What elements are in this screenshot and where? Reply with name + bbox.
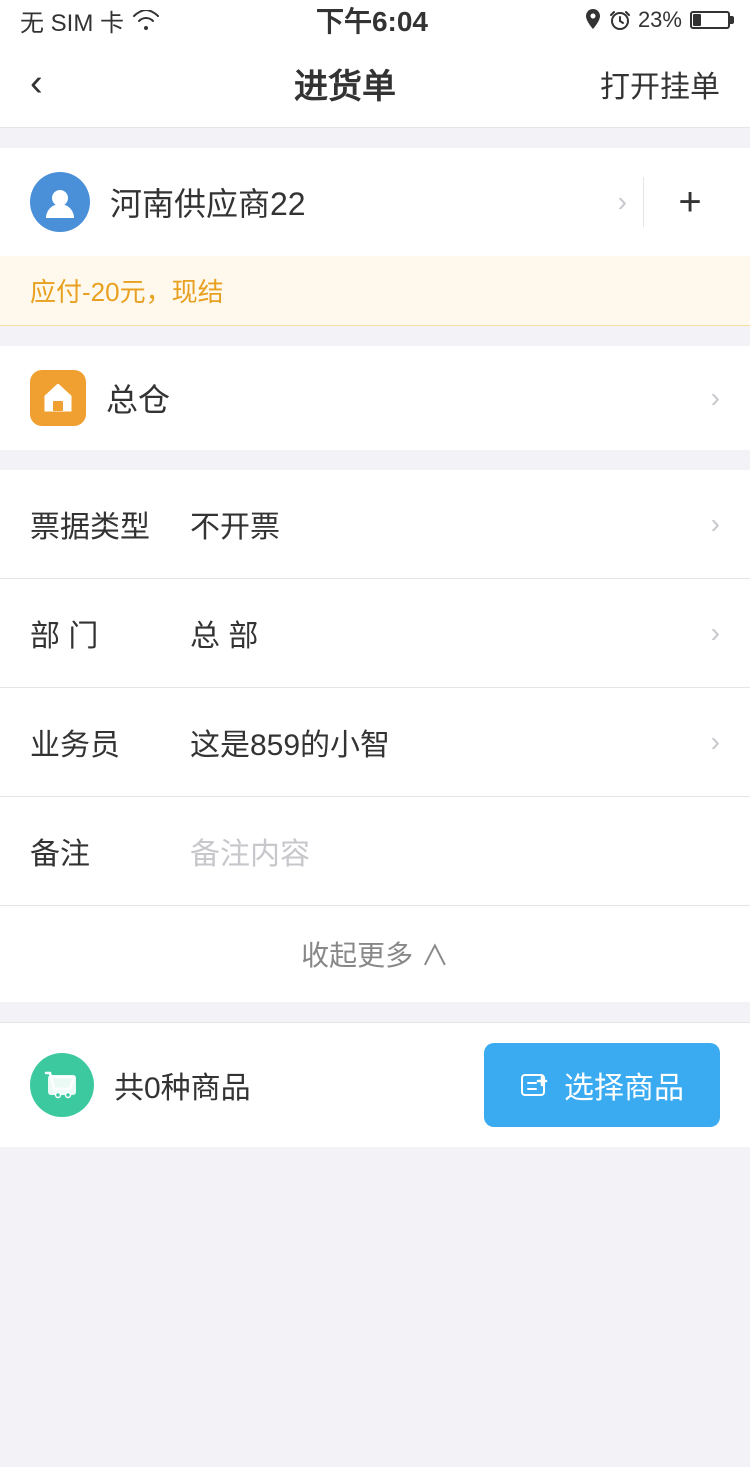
remark-row[interactable]: 备注 备注内容 — [0, 796, 750, 905]
department-value: 总 部 — [190, 611, 711, 655]
carrier-text: 无 SIM 卡 — [20, 3, 124, 38]
section-gap-3 — [0, 450, 750, 470]
ticket-type-value: 不开票 — [190, 502, 711, 546]
back-button[interactable]: ‹ — [30, 62, 90, 105]
cart-icon — [42, 1065, 82, 1105]
product-icon — [30, 1053, 94, 1117]
collapse-label: 收起更多 ∧ — [301, 934, 449, 974]
supplier-chevron-icon: › — [618, 186, 627, 218]
remark-placeholder: 备注内容 — [190, 829, 720, 873]
warehouse-name: 总仓 — [106, 375, 711, 421]
alert-text: 应付-20元，现结 — [30, 277, 224, 307]
nav-bar: ‹ 进货单 打开挂单 — [0, 40, 750, 128]
salesperson-row[interactable]: 业务员 这是859的小智 › — [0, 687, 750, 796]
add-supplier-button[interactable]: + — [660, 172, 720, 232]
salesperson-label: 业务员 — [30, 720, 170, 764]
status-right: 23% — [584, 7, 730, 33]
user-icon — [42, 184, 78, 220]
salesperson-value: 这是859的小智 — [190, 720, 711, 764]
plus-icon: + — [678, 180, 701, 225]
warehouse-chevron-icon: › — [711, 382, 720, 414]
avatar — [30, 172, 90, 232]
ticket-type-row[interactable]: 票据类型 不开票 › — [0, 470, 750, 578]
section-gap-1 — [0, 128, 750, 148]
status-time: 下午6:04 — [316, 0, 428, 40]
supplier-row[interactable]: 河南供应商22 › + — [0, 148, 750, 256]
collapse-row[interactable]: 收起更多 ∧ — [0, 905, 750, 1002]
salesperson-chevron-icon: › — [711, 726, 720, 758]
page-title: 进货单 — [294, 59, 396, 108]
battery-icon — [690, 11, 730, 29]
ticket-type-chevron-icon: › — [711, 508, 720, 540]
warehouse-icon — [30, 370, 86, 426]
warehouse-row[interactable]: 总仓 › — [0, 346, 750, 450]
select-product-icon — [520, 1069, 552, 1101]
supplier-info: 河南供应商22 — [30, 172, 618, 232]
battery-text: 23% — [638, 7, 682, 33]
status-carrier: 无 SIM 卡 — [20, 3, 160, 38]
wifi-icon — [132, 10, 160, 30]
department-chevron-icon: › — [711, 617, 720, 649]
remark-label: 备注 — [30, 829, 170, 873]
section-gap-4 — [0, 1002, 750, 1022]
divider — [643, 177, 644, 227]
alert-banner: 应付-20元，现结 — [0, 256, 750, 326]
supplier-name: 河南供应商22 — [110, 179, 306, 225]
ticket-type-label: 票据类型 — [30, 502, 170, 546]
supplier-section: 河南供应商22 › + 应付-20元，现结 — [0, 148, 750, 326]
select-product-label: 选择商品 — [564, 1063, 684, 1107]
bottom-area — [0, 1147, 750, 1467]
status-bar: 无 SIM 卡 下午6:04 23% — [0, 0, 750, 40]
alarm-icon — [610, 9, 630, 31]
department-row[interactable]: 部 门 总 部 › — [0, 578, 750, 687]
section-gap-2 — [0, 326, 750, 346]
location-icon — [584, 9, 602, 31]
product-count: 共0种商品 — [114, 1063, 464, 1107]
home-icon — [41, 381, 75, 415]
select-product-button[interactable]: 选择商品 — [484, 1043, 720, 1127]
open-pending-button[interactable]: 打开挂单 — [600, 62, 720, 106]
department-label: 部 门 — [30, 611, 170, 655]
warehouse-section: 总仓 › — [0, 346, 750, 450]
form-section: 票据类型 不开票 › 部 门 总 部 › 业务员 这是859的小智 › 备注 备… — [0, 470, 750, 1002]
product-bar: 共0种商品 选择商品 — [0, 1022, 750, 1147]
